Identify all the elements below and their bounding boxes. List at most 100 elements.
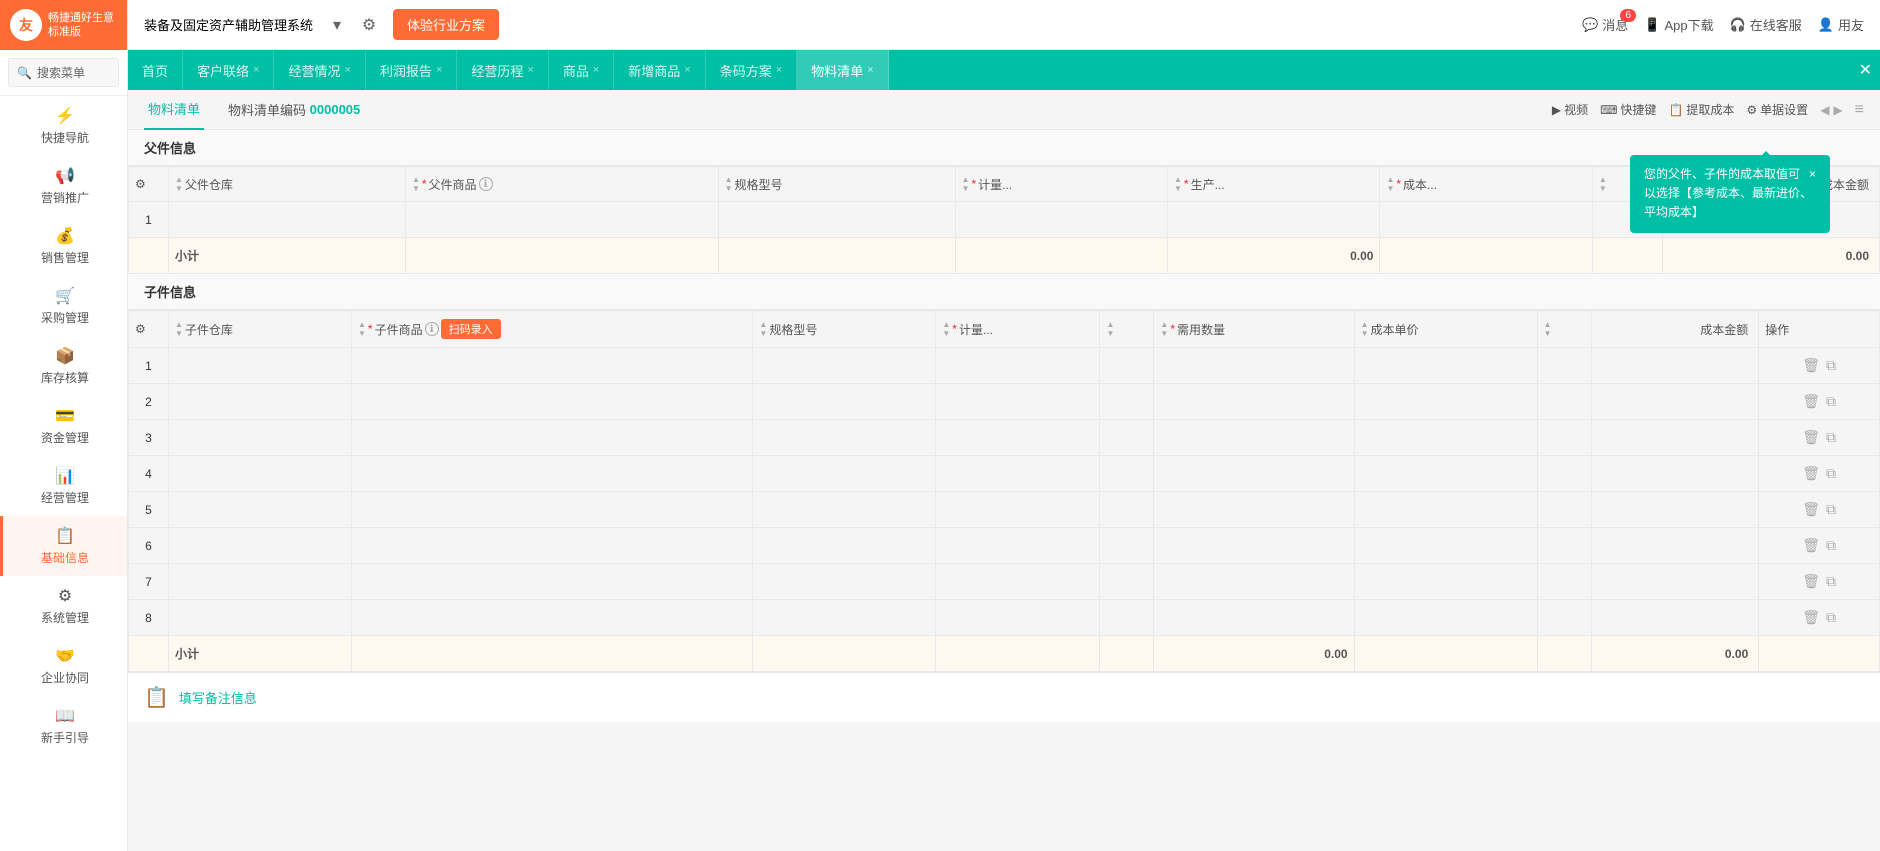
- child-cell-unit-cost-6[interactable]: [1354, 564, 1537, 600]
- child-cell-unit-2[interactable]: [936, 420, 1100, 456]
- tab-close-7[interactable]: ×: [776, 64, 782, 76]
- message-button[interactable]: 💬 消息 6: [1582, 15, 1628, 34]
- child-cell-unit-7[interactable]: [936, 600, 1100, 636]
- child-cell-qty-2[interactable]: [1154, 420, 1354, 456]
- delete-icon-3[interactable]: 🗑: [1802, 465, 1820, 482]
- copy-icon-4[interactable]: ⧉: [1826, 501, 1836, 518]
- child-cell-spec-4[interactable]: [753, 492, 936, 528]
- tab-item-2[interactable]: 经营情况×: [274, 50, 365, 90]
- video-button[interactable]: ▶ 视频: [1552, 101, 1588, 118]
- dropdown-icon[interactable]: ▾: [323, 11, 351, 39]
- child-cell-extra-0[interactable]: [1100, 348, 1154, 384]
- child-cell-qty-7[interactable]: [1154, 600, 1354, 636]
- child-cell-unit-4[interactable]: [936, 492, 1100, 528]
- child-cell-spec-5[interactable]: [753, 528, 936, 564]
- child-cell-unit-5[interactable]: [936, 528, 1100, 564]
- scan-button[interactable]: 扫码录入: [441, 319, 501, 339]
- child-cell-spec-3[interactable]: [753, 456, 936, 492]
- tab-item-1[interactable]: 客户联络×: [183, 50, 274, 90]
- child-cell-unit-0[interactable]: [936, 348, 1100, 384]
- child-cell-unit-3[interactable]: [936, 456, 1100, 492]
- parent-cell-production[interactable]: [1167, 202, 1379, 238]
- child-cell-warehouse-5[interactable]: [169, 528, 352, 564]
- tab-close-6[interactable]: ×: [684, 64, 690, 76]
- sidebar-item-3[interactable]: 🛒采购管理: [0, 276, 127, 336]
- tooltip-close-button[interactable]: ×: [1809, 165, 1816, 184]
- user-menu[interactable]: 👤 用友: [1818, 15, 1864, 34]
- copy-icon-0[interactable]: ⧉: [1826, 357, 1836, 374]
- delete-icon-4[interactable]: 🗑: [1802, 501, 1820, 518]
- delete-icon-2[interactable]: 🗑: [1802, 429, 1820, 446]
- tab-close-4[interactable]: ×: [527, 64, 533, 76]
- child-cell-spec-7[interactable]: [753, 600, 936, 636]
- child-cell-extra2-4[interactable]: [1537, 492, 1591, 528]
- child-col-settings[interactable]: ⚙: [129, 311, 169, 348]
- copy-icon-2[interactable]: ⧉: [1826, 429, 1836, 446]
- copy-icon-5[interactable]: ⧉: [1826, 537, 1836, 554]
- child-cell-extra-7[interactable]: [1100, 600, 1154, 636]
- child-cell-product-6[interactable]: [351, 564, 752, 600]
- subnav-item-material-list[interactable]: 物料清单: [144, 90, 204, 130]
- copy-icon-7[interactable]: ⧉: [1826, 609, 1836, 626]
- child-cell-extra-1[interactable]: [1100, 384, 1154, 420]
- sidebar-item-10[interactable]: 📖新手引导: [0, 696, 127, 756]
- child-cell-extra-4[interactable]: [1100, 492, 1154, 528]
- grid-view-icon[interactable]: ≡: [1855, 101, 1864, 119]
- sidebar-item-4[interactable]: 📦库存核算: [0, 336, 127, 396]
- child-cell-unit-6[interactable]: [936, 564, 1100, 600]
- child-cell-extra2-7[interactable]: [1537, 600, 1591, 636]
- tab-close-5[interactable]: ×: [593, 64, 599, 76]
- child-cell-warehouse-1[interactable]: [169, 384, 352, 420]
- tab-item-7[interactable]: 条码方案×: [706, 50, 797, 90]
- prev-arrow[interactable]: ◀: [1820, 103, 1829, 117]
- document-settings-button[interactable]: ⚙ 单据设置: [1746, 101, 1808, 118]
- child-cell-extra2-2[interactable]: [1537, 420, 1591, 456]
- app-download-button[interactable]: 📱 App下载: [1644, 15, 1713, 34]
- child-cell-warehouse-0[interactable]: [169, 348, 352, 384]
- child-cell-qty-3[interactable]: [1154, 456, 1354, 492]
- child-cell-unit-cost-0[interactable]: [1354, 348, 1537, 384]
- tab-close-8[interactable]: ×: [867, 64, 873, 76]
- child-cell-extra2-5[interactable]: [1537, 528, 1591, 564]
- tab-close-3[interactable]: ×: [436, 64, 442, 76]
- child-cell-product-4[interactable]: [351, 492, 752, 528]
- delete-icon-5[interactable]: 🗑: [1802, 537, 1820, 554]
- parent-cell-spec[interactable]: [718, 202, 955, 238]
- child-cell-warehouse-6[interactable]: [169, 564, 352, 600]
- child-cell-qty-0[interactable]: [1154, 348, 1354, 384]
- tab-item-4[interactable]: 经营历程×: [457, 50, 548, 90]
- child-cell-qty-4[interactable]: [1154, 492, 1354, 528]
- parent-cell-unit[interactable]: [955, 202, 1167, 238]
- child-cell-qty-1[interactable]: [1154, 384, 1354, 420]
- tab-close-1[interactable]: ×: [253, 64, 259, 76]
- sidebar-item-6[interactable]: 📊经营管理: [0, 456, 127, 516]
- child-cell-spec-6[interactable]: [753, 564, 936, 600]
- sidebar-item-8[interactable]: ⚙系统管理: [0, 576, 127, 636]
- child-cell-extra-3[interactable]: [1100, 456, 1154, 492]
- child-cell-warehouse-3[interactable]: [169, 456, 352, 492]
- child-cell-product-5[interactable]: [351, 528, 752, 564]
- child-cell-extra2-1[interactable]: [1537, 384, 1591, 420]
- parent-col-settings[interactable]: ⚙: [129, 167, 169, 202]
- delete-icon-1[interactable]: 🗑: [1802, 393, 1820, 410]
- child-cell-warehouse-4[interactable]: [169, 492, 352, 528]
- child-cell-spec-2[interactable]: [753, 420, 936, 456]
- child-cell-extra2-0[interactable]: [1537, 348, 1591, 384]
- sidebar-item-2[interactable]: 💰销售管理: [0, 216, 127, 276]
- child-cell-product-7[interactable]: [351, 600, 752, 636]
- settings-icon[interactable]: ⚙: [355, 11, 383, 39]
- shortcut-button[interactable]: ⌨ 快捷键: [1600, 101, 1656, 118]
- child-cell-extra-2[interactable]: [1100, 420, 1154, 456]
- tab-item-3[interactable]: 利润报告×: [366, 50, 457, 90]
- child-cell-extra-6[interactable]: [1100, 564, 1154, 600]
- child-cell-unit-cost-7[interactable]: [1354, 600, 1537, 636]
- child-cell-unit-cost-4[interactable]: [1354, 492, 1537, 528]
- tab-item-5[interactable]: 商品×: [549, 50, 614, 90]
- child-cell-warehouse-2[interactable]: [169, 420, 352, 456]
- close-all-tabs-button[interactable]: ✕: [1859, 60, 1872, 80]
- tab-item-8[interactable]: 物料清单×: [797, 50, 888, 90]
- sidebar-item-7[interactable]: 📋基础信息: [0, 516, 127, 576]
- tab-item-6[interactable]: 新增商品×: [614, 50, 705, 90]
- child-cell-unit-cost-2[interactable]: [1354, 420, 1537, 456]
- child-cell-spec-0[interactable]: [753, 348, 936, 384]
